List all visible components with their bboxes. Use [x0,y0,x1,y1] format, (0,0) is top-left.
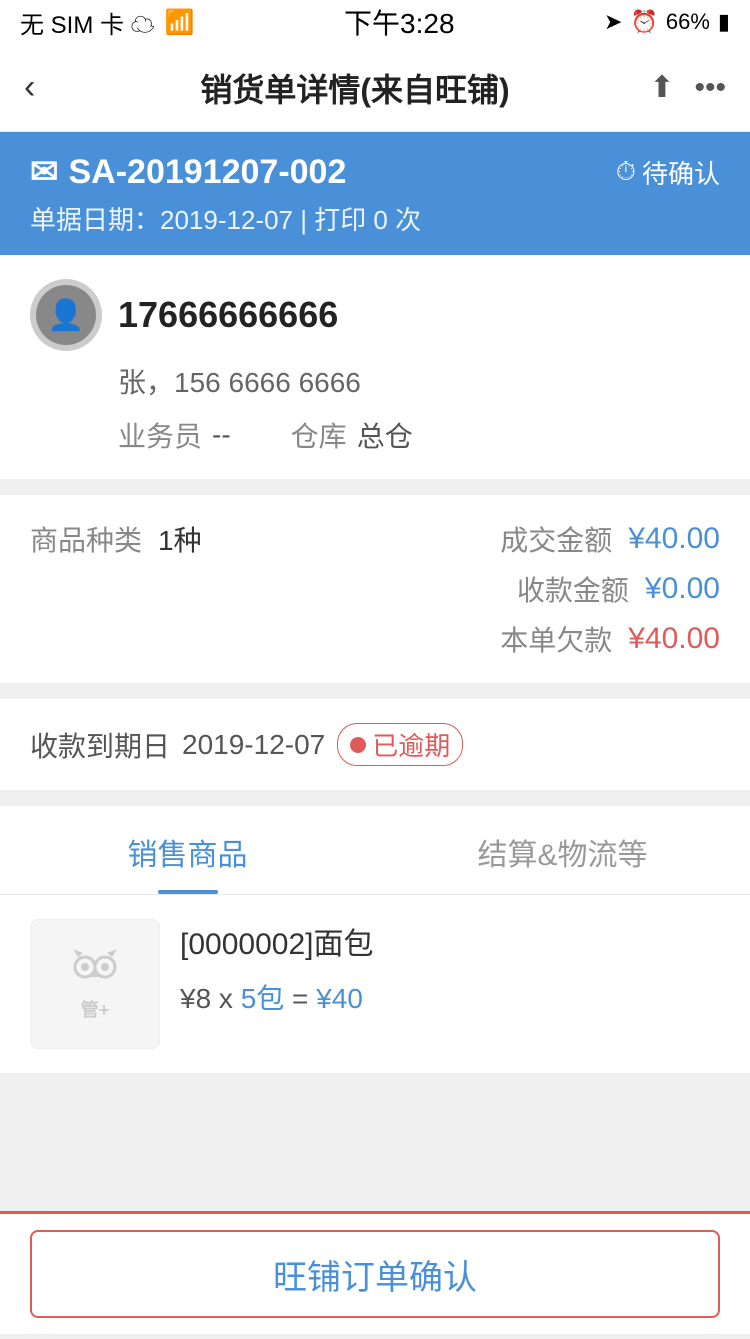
battery-icon: ▮ [718,9,730,35]
overdue-text: 已逾期 [372,726,450,763]
debt-amount-label: 本单欠款 [500,619,612,659]
transaction-amount-label: 成交金额 [500,519,612,559]
avatar-inner: 👤 [36,285,96,345]
overdue-badge: 已逾期 [337,723,463,766]
avatar: 👤 [30,279,102,351]
order-header: ✉ SA-20191207-002 ⏱ 待确认 单据日期：2019-12-07 … [0,132,750,255]
status-time: 下午3:28 [344,2,455,42]
collection-amount-label: 收款金额 [517,569,629,609]
clock-icon: ⏱ [616,156,636,188]
share-icon[interactable]: ⬆ [649,70,674,105]
customer-meta: 业务员 -- 仓库 总仓 [118,415,720,455]
status-bar: 无 SIM 卡 ☁ 📶 下午3:28 ➤ ⏰ 66% ▮ [0,0,750,44]
alarm-icon: ⏰ [630,9,657,35]
customer-phone: 17666666666 [118,294,338,336]
price-base: ¥8 x [180,983,241,1014]
product-type-label: 商品种类 [30,519,142,559]
back-button[interactable]: ‹ [24,68,84,107]
warehouse-label: 仓库 [291,415,347,455]
tab-sales-products[interactable]: 销售商品 [0,806,375,894]
overdue-dot-icon [350,737,366,753]
wifi-icon: 📶 [165,8,195,37]
summary-left: 商品种类 1种 [30,519,202,559]
debt-amount-value: ¥40.00 [628,622,720,656]
order-status: ⏱ 待确认 [616,154,720,191]
battery-level: 66% [666,9,710,35]
price-quantity: 5包 [241,983,285,1014]
product-section: 管+ [0000002]面包 ¥8 x 5包 = ¥40 [0,895,750,1073]
status-right: ➤ ⏰ 66% ▮ [604,9,730,35]
due-date-section: 收款到期日 2019-12-07 已逾期 [0,699,750,790]
product-price: ¥8 x 5包 = ¥40 [180,977,720,1017]
location-icon: ➤ [604,9,622,35]
order-summary-section: 商品种类 1种 成交金额 ¥40.00 收款金额 ¥0.00 本单欠款 ¥40.… [0,495,750,683]
warehouse-value: 总仓 [357,415,413,455]
status-text: 待确认 [642,154,720,191]
customer-name: 张，156 6666 6666 [118,361,720,401]
nav-bar: ‹ 销货单详情(来自旺铺) ⬆ ••• [0,44,750,132]
more-icon[interactable]: ••• [694,71,726,105]
order-id-text: SA-20191207-002 [69,153,347,192]
salesperson-value: -- [212,419,231,451]
due-date-value: 2019-12-07 [182,729,325,761]
tab-bar: 销售商品 结算&物流等 [0,806,750,895]
due-date-label: 收款到期日 [30,725,170,765]
confirm-order-button[interactable]: 旺铺订单确认 [30,1230,720,1318]
tab-settlement-label: 结算&物流等 [477,839,647,872]
product-name: [0000002]面包 [180,919,720,963]
order-id-icon: ✉ [30,152,59,192]
bottom-bar: 旺铺订单确认 [0,1211,750,1334]
page-title: 销货单详情(来自旺铺) [84,65,626,111]
product-image: 管+ [30,919,160,1049]
tab-sales-products-label: 销售商品 [128,839,248,872]
transaction-amount-value: ¥40.00 [628,522,720,556]
product-info: [0000002]面包 ¥8 x 5包 = ¥40 [180,919,720,1017]
price-total: ¥40 [316,983,363,1014]
collection-amount-value: ¥0.00 [645,572,720,606]
salesperson-label: 业务员 [118,415,202,455]
tab-settlement-logistics[interactable]: 结算&物流等 [375,806,750,894]
order-date: 单据日期：2019-12-07 | 打印 0 次 [30,200,720,237]
product-type-value: 1种 [158,519,202,559]
price-equals: = [284,983,316,1014]
sim-status: 无 SIM 卡 ☁ [20,5,155,40]
product-owl-logo: 管+ [65,947,125,1022]
status-left: 无 SIM 卡 ☁ 📶 [20,5,195,40]
nav-right-actions: ⬆ ••• [626,70,726,105]
customer-section: 👤 17666666666 张，156 6666 6666 业务员 -- 仓库 … [0,255,750,479]
order-id: ✉ SA-20191207-002 [30,152,346,192]
summary-right: 成交金额 ¥40.00 收款金额 ¥0.00 本单欠款 ¥40.00 [500,519,720,659]
